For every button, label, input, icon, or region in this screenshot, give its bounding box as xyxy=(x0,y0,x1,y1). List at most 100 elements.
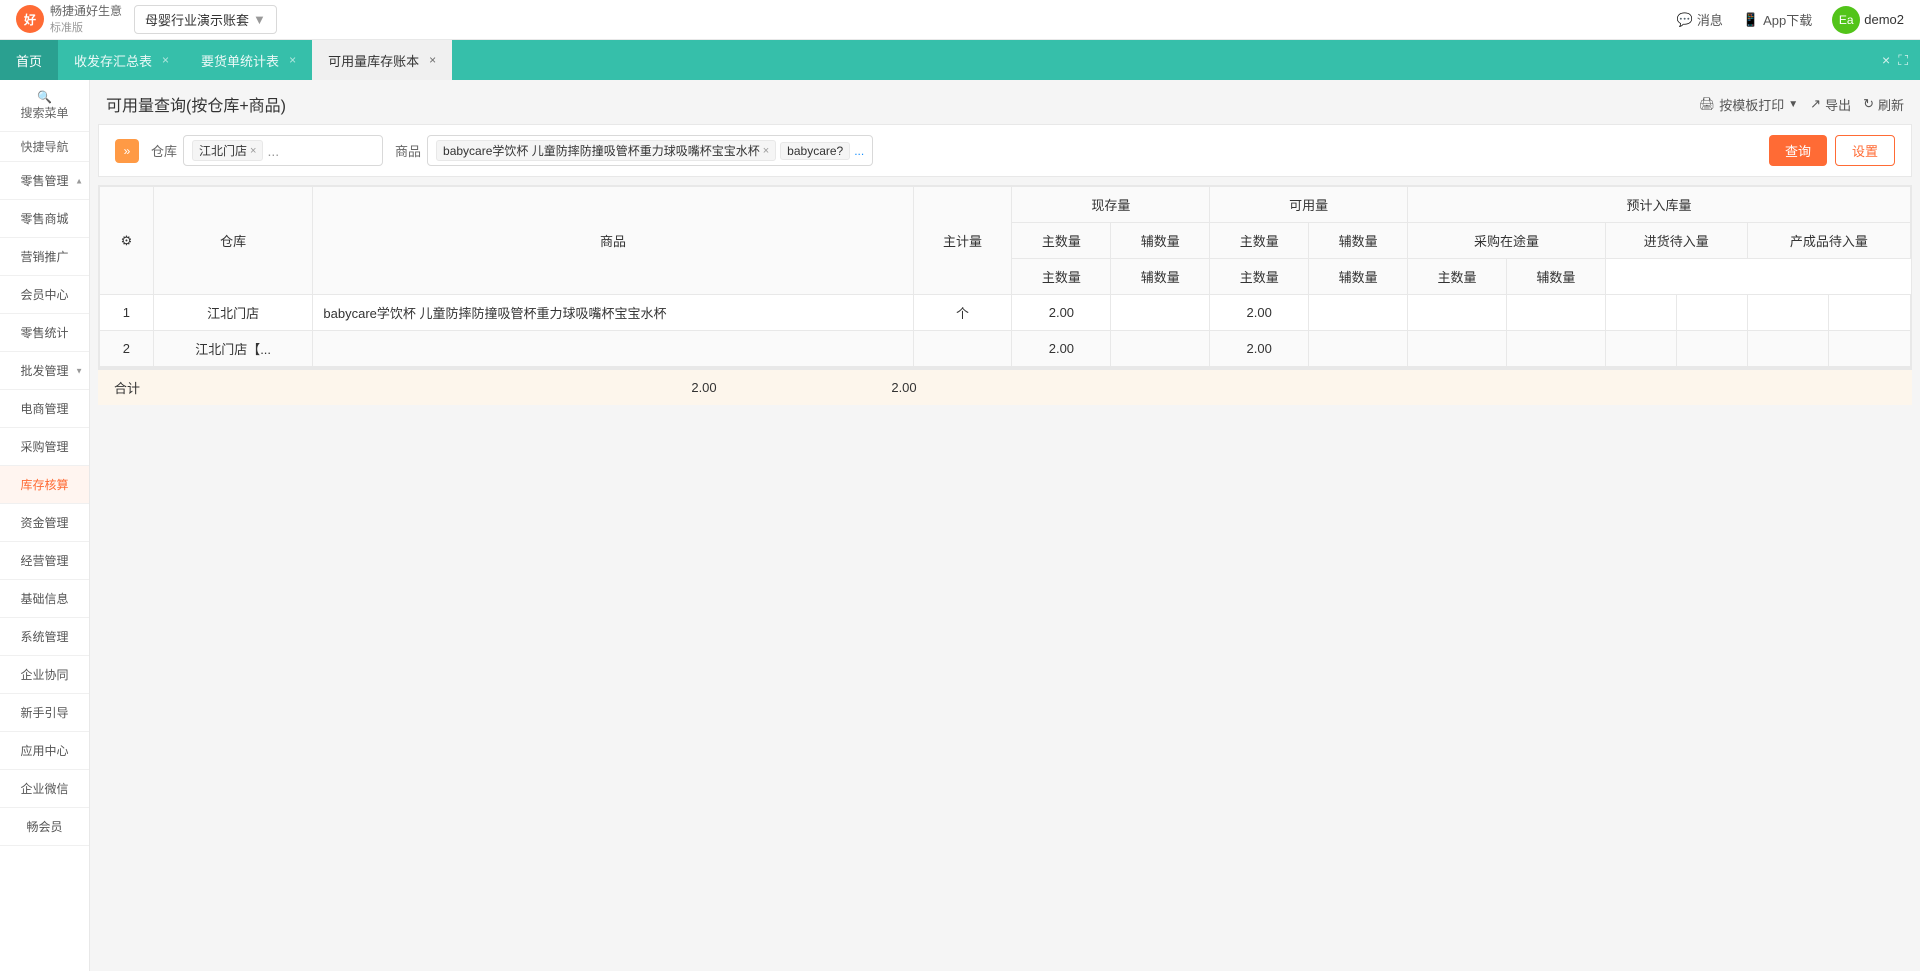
sidebar-item-app-center[interactable]: 应用中心 xyxy=(0,732,89,770)
main-layout: 🔍 搜索菜单 快捷导航 零售管理 零售商城 营销推广 会员中心 零售统计 批发管… xyxy=(0,80,1920,971)
cell-product-2 xyxy=(313,331,913,367)
sidebar-quick-nav[interactable]: 快捷导航 xyxy=(0,132,89,162)
cell-stock-main-1: 2.00 xyxy=(1012,295,1111,331)
template-print-btn[interactable]: 🖨 按模板打印 ▼ xyxy=(1699,95,1798,114)
sidebar-search-label: 搜索菜单 xyxy=(8,104,81,121)
system-mgmt-label: 系统管理 xyxy=(20,628,68,645)
col-stock: 现存量 xyxy=(1012,187,1210,223)
sidebar-item-inventory-check[interactable]: 库存核算 xyxy=(0,466,89,504)
cell-products-main-1 xyxy=(1747,295,1829,331)
operations-mgmt-label: 经营管理 xyxy=(20,552,68,569)
tab-home[interactable]: 首页 xyxy=(0,40,58,80)
sidebar-item-enterprise-wechat[interactable]: 企业微信 xyxy=(0,770,89,808)
sidebar-item-enterprise-collab[interactable]: 企业协同 xyxy=(0,656,89,694)
table-header-row-1: ⚙ 仓库 商品 主计量 现存量 可用量 预计入库量 xyxy=(100,187,1911,223)
expand-icon[interactable]: ⛶ xyxy=(1898,52,1908,69)
sidebar-item-retail-mall[interactable]: 零售商城 xyxy=(0,200,89,238)
export-btn[interactable]: ↗ 导出 xyxy=(1810,95,1851,114)
app-download-action[interactable]: 📱 App下载 xyxy=(1743,10,1812,29)
industry-selector[interactable]: 母婴行业演示账套 ▼ xyxy=(134,5,277,34)
cell-stock-aux-2 xyxy=(1111,331,1210,367)
col-unit: 主计量 xyxy=(913,187,1012,295)
sidebar-item-operations-mgmt[interactable]: 经营管理 xyxy=(0,542,89,580)
product-filter-group: 商品 babycare学饮杯 儿童防摔防撞吸管杯重力球吸嘴杯宝宝水杯 × bab… xyxy=(395,135,873,166)
tab-keyongliang-close[interactable]: × xyxy=(429,53,436,67)
message-icon: 💬 xyxy=(1677,12,1693,28)
inventory-check-label: 库存核算 xyxy=(20,476,68,493)
basic-info-label: 基础信息 xyxy=(20,590,68,607)
query-button[interactable]: 查询 xyxy=(1769,135,1827,166)
product-tag2-text: babycare? xyxy=(787,144,843,158)
marketing-label: 营销推广 xyxy=(20,248,68,265)
sidebar-item-new-guide[interactable]: 新手引导 xyxy=(0,694,89,732)
warehouse-tag-close[interactable]: × xyxy=(250,145,256,157)
product-tag-close[interactable]: × xyxy=(763,145,769,157)
tab-keyongliang[interactable]: 可用量库存账本 × xyxy=(312,40,452,80)
tab-shoufacun[interactable]: 收发存汇总表 × xyxy=(58,40,185,80)
col-goods-main: 主数量 xyxy=(1210,259,1309,295)
filter-expand-btn[interactable]: » xyxy=(115,139,139,163)
sidebar-search[interactable]: 🔍 搜索菜单 xyxy=(0,80,89,132)
page-actions: 🖨 按模板打印 ▼ ↗ 导出 ↻ 刷新 xyxy=(1699,95,1904,114)
settings-button[interactable]: 设置 xyxy=(1835,135,1895,166)
cell-goods-main-2 xyxy=(1605,331,1676,367)
user-profile[interactable]: Ea demo2 xyxy=(1832,6,1904,34)
col-warehouse: 仓库 xyxy=(153,187,313,295)
export-icon: ↗ xyxy=(1810,96,1821,112)
sidebar: 🔍 搜索菜单 快捷导航 零售管理 零售商城 营销推广 会员中心 零售统计 批发管… xyxy=(0,80,90,971)
app-download-label: App下载 xyxy=(1763,10,1812,29)
sidebar-item-finance-mgmt[interactable]: 资金管理 xyxy=(0,504,89,542)
content-wrapper: » 仓库 江北门店 × ... 商品 xyxy=(90,124,1920,413)
cell-product-1: babycare学饮杯 儿童防摔防撞吸管杯重力球吸嘴杯宝宝水杯 xyxy=(313,295,913,331)
cell-stock-main-2: 2.00 xyxy=(1012,331,1111,367)
sidebar-item-ecommerce-mgmt[interactable]: 电商管理 xyxy=(0,390,89,428)
sidebar-item-wholesale-mgmt[interactable]: 批发管理 xyxy=(0,352,89,390)
product-tag-text: babycare学饮杯 儿童防摔防撞吸管杯重力球吸嘴杯宝宝水杯 xyxy=(443,142,760,159)
col-purchase-aux: 辅数量 xyxy=(1111,259,1210,295)
cell-products-aux-2 xyxy=(1829,331,1911,367)
cell-warehouse-2: 江北门店【... xyxy=(153,331,313,367)
tab-shoufacun-close[interactable]: × xyxy=(162,53,169,67)
chevron-down-icon: ▼ xyxy=(1788,99,1798,110)
table-row: 1 江北门店 babycare学饮杯 儿童防摔防撞吸管杯重力球吸嘴杯宝宝水杯 个… xyxy=(100,295,1911,331)
filter-bar: » 仓库 江北门店 × ... 商品 xyxy=(98,124,1912,177)
message-label: 消息 xyxy=(1697,10,1723,29)
col-settings[interactable]: ⚙ xyxy=(100,187,154,295)
col-expected-in: 预计入库量 xyxy=(1408,187,1911,223)
footer-summary: 合计 2.00 2.00 xyxy=(98,368,1912,405)
finance-mgmt-label: 资金管理 xyxy=(20,514,68,531)
sidebar-item-member[interactable]: 畅会员 xyxy=(0,808,89,846)
sidebar-item-system-mgmt[interactable]: 系统管理 xyxy=(0,618,89,656)
warehouse-ellipsis[interactable]: ... xyxy=(267,143,279,159)
member-label: 畅会员 xyxy=(26,818,62,835)
sidebar-item-purchase-mgmt[interactable]: 采购管理 xyxy=(0,428,89,466)
export-label: 导出 xyxy=(1825,95,1851,114)
sidebar-item-basic-info[interactable]: 基础信息 xyxy=(0,580,89,618)
product-more[interactable]: ... xyxy=(854,144,864,158)
col-avail-aux: 辅数量 xyxy=(1309,223,1408,259)
product-input[interactable]: babycare学饮杯 儿童防摔防撞吸管杯重力球吸嘴杯宝宝水杯 × babyca… xyxy=(427,135,873,166)
tab-yaohuo-close[interactable]: × xyxy=(289,53,296,67)
tab-yaohuo[interactable]: 要货单统计表 × xyxy=(185,40,312,80)
sidebar-item-retail-mgmt[interactable]: 零售管理 xyxy=(0,162,89,200)
refresh-btn[interactable]: ↻ 刷新 xyxy=(1863,95,1904,114)
retail-stats-label: 零售统计 xyxy=(20,324,68,341)
summary-stock-main: 2.00 xyxy=(654,380,754,395)
wholesale-mgmt-label: 批发管理 xyxy=(20,362,68,379)
cell-avail-aux-1 xyxy=(1309,295,1408,331)
phone-icon: 📱 xyxy=(1743,12,1759,28)
message-action[interactable]: 💬 消息 xyxy=(1677,10,1723,29)
col-goods-pending: 进货待入量 xyxy=(1605,223,1747,259)
chevron-down-icon: ▼ xyxy=(253,12,266,27)
close-all-tabs[interactable]: × xyxy=(1882,52,1890,68)
sidebar-item-member-center[interactable]: 会员中心 xyxy=(0,276,89,314)
nav-tabs: 首页 收发存汇总表 × 要货单统计表 × 可用量库存账本 × × ⛶ xyxy=(0,40,1920,80)
sidebar-item-marketing[interactable]: 营销推广 xyxy=(0,238,89,276)
warehouse-input[interactable]: 江北门店 × ... xyxy=(183,135,383,166)
sidebar-item-retail-stats[interactable]: 零售统计 xyxy=(0,314,89,352)
summary-label: 合计 xyxy=(114,378,654,397)
warehouse-label: 仓库 xyxy=(151,141,177,160)
cell-purchase-main-2 xyxy=(1408,331,1507,367)
filter-actions: 查询 设置 xyxy=(1769,135,1895,166)
cell-purchase-main-1 xyxy=(1408,295,1507,331)
